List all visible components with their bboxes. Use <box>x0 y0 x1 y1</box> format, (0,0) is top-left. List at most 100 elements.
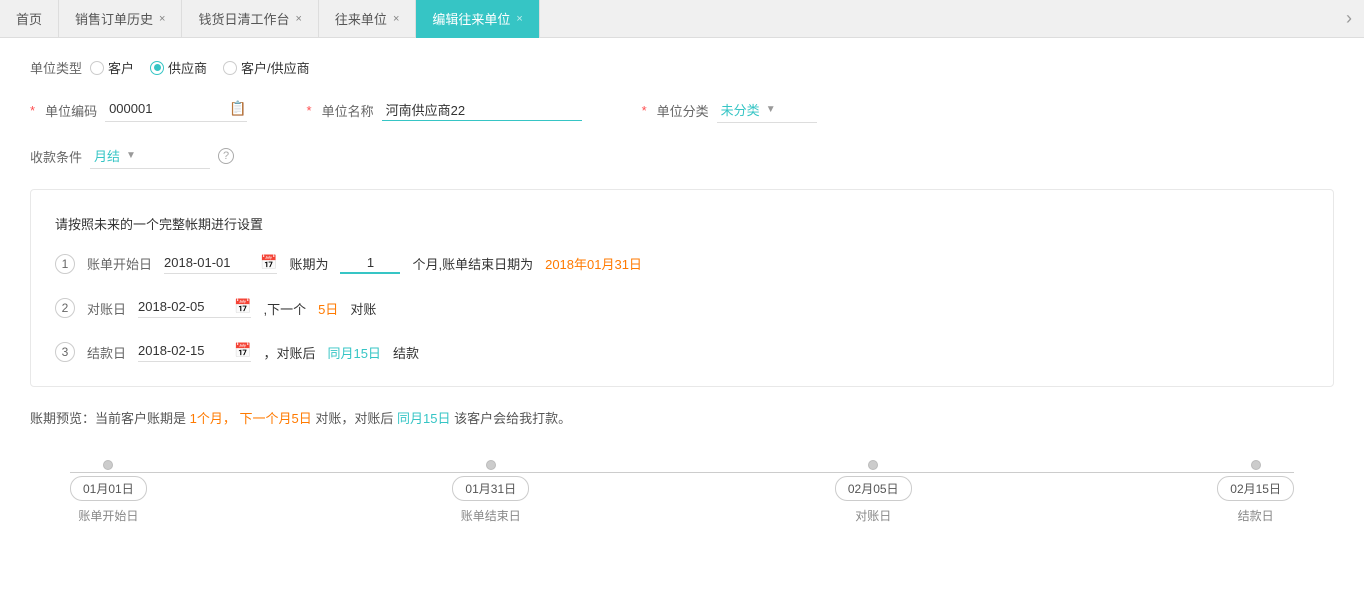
tab-cash-daily-label: 钱货日清工作台 <box>198 9 289 28</box>
help-icon[interactable]: ? <box>218 148 234 164</box>
timeline-dot-2 <box>486 460 496 470</box>
timeline-sublabel-2: 账单结束日 <box>461 507 521 524</box>
radio-customer-label: 客户 <box>108 58 134 77</box>
reconcile-date-calendar-icon[interactable]: 📅 <box>234 298 251 315</box>
unit-type-label: 单位类型 <box>30 58 82 77</box>
setting-date-2: 📅 <box>138 298 251 318</box>
timeline-points: 01月01日 账单开始日 01月31日 账单结束日 02月05日 对账日 02月… <box>70 460 1294 524</box>
unit-code-label: 单位编码 <box>45 101 97 120</box>
payment-date-input[interactable] <box>138 343 228 358</box>
radio-supplier[interactable]: 供应商 <box>150 58 207 77</box>
timeline-sublabel-4: 结款日 <box>1238 507 1274 524</box>
payment-suffix: 结款 <box>393 343 419 362</box>
timeline-point-4: 02月15日 结款日 <box>1217 460 1294 524</box>
setting-label-1: 账单开始日 <box>87 254 152 273</box>
settings-box: 请按照未来的一个完整帐期进行设置 1 账单开始日 📅 账期为 个月,账单结束日期… <box>30 189 1334 387</box>
tab-partner-unit-label: 往来单位 <box>335 9 387 28</box>
start-date-calendar-icon[interactable]: 📅 <box>260 254 277 271</box>
tab-sales-history[interactable]: 销售订单历史 × <box>59 0 182 38</box>
radio-both[interactable]: 客户/供应商 <box>223 58 310 77</box>
preview-part3: 对账，对账后 <box>315 411 393 426</box>
tab-edit-partner-close[interactable]: × <box>516 13 522 25</box>
unit-type-row: 单位类型 客户 供应商 客户/供应商 <box>30 58 1334 77</box>
tab-cash-daily-close[interactable]: × <box>295 13 301 25</box>
setting-date-1: 📅 <box>164 254 277 274</box>
tab-home[interactable]: 首页 <box>0 0 59 38</box>
payment-terms-value: 月结 <box>94 146 120 165</box>
payment-terms-chevron-icon: ▼ <box>126 150 136 161</box>
period-suffix: 个月,账单结束日期为 <box>412 254 533 273</box>
unit-category-group: * 单位分类 未分类 ▼ <box>642 97 817 123</box>
preview-part4: 同月15日 <box>397 411 450 426</box>
unit-category-value: 未分类 <box>721 100 760 119</box>
preview-part1: 1个月， <box>190 411 236 426</box>
main-content: 单位类型 客户 供应商 客户/供应商 * 单位编码 <box>0 38 1364 608</box>
timeline-sublabel-3: 对账日 <box>855 507 891 524</box>
preview-part2: 下一个月5日 <box>240 411 312 426</box>
unit-name-input[interactable] <box>382 99 582 121</box>
payment-terms-row: 收款条件 月结 ▼ ? <box>30 143 1334 169</box>
period-prefix: 账期为 <box>289 254 328 273</box>
setting-row-1: 1 账单开始日 📅 账期为 个月,账单结束日期为 2018年01月31日 <box>55 253 1309 274</box>
setting-row-2: 2 对账日 📅 ,下一个 5日 对账 <box>55 298 1309 318</box>
unit-category-select[interactable]: 未分类 ▼ <box>717 97 817 123</box>
unit-type-group: 单位类型 客户 供应商 客户/供应商 <box>30 58 310 77</box>
preview-text: 账期预览：当前客户账期是 1个月， 下一个月5日 对账，对账后 同月15日 该客… <box>30 407 1334 430</box>
timeline-tag-2: 01月31日 <box>452 476 529 501</box>
timeline-point-3: 02月05日 对账日 <box>835 460 912 524</box>
reconcile-suffix: 对账 <box>350 299 376 318</box>
unit-name-star: * <box>307 103 312 118</box>
timeline-tag-1: 01月01日 <box>70 476 147 501</box>
setting-num-2: 2 <box>55 298 75 318</box>
tab-bar: 首页 销售订单历史 × 钱货日清工作台 × 往来单位 × 编辑往来单位 × › <box>0 0 1364 38</box>
preview-label: 账期预览：当前客户账期是 <box>30 411 186 426</box>
radio-both-label: 客户/供应商 <box>241 58 310 77</box>
radio-customer[interactable]: 客户 <box>90 58 134 77</box>
timeline-tag-3: 02月05日 <box>835 476 912 501</box>
payment-terms-select[interactable]: 月结 ▼ <box>90 143 210 169</box>
timeline-sublabel-1: 账单开始日 <box>78 507 138 524</box>
tab-partner-unit[interactable]: 往来单位 × <box>319 0 416 38</box>
setting-num-1: 1 <box>55 254 75 274</box>
unit-category-star: * <box>642 103 647 118</box>
tab-home-label: 首页 <box>16 9 42 28</box>
timeline-dot-3 <box>868 460 878 470</box>
preview-part5: 该客户会给我打款。 <box>454 411 571 426</box>
payment-prefix: ，对账后 <box>263 343 315 362</box>
radio-supplier-circle <box>150 61 164 75</box>
timeline-dot-4 <box>1251 460 1261 470</box>
tab-partner-unit-close[interactable]: × <box>393 13 399 25</box>
settings-title: 请按照未来的一个完整帐期进行设置 <box>55 214 1309 233</box>
setting-row-3: 3 结款日 📅 ，对账后 同月15日 结款 <box>55 342 1309 362</box>
setting-label-2: 对账日 <box>87 299 126 318</box>
timeline-point-2: 01月31日 账单结束日 <box>452 460 529 524</box>
unit-name-group: * 单位名称 <box>307 99 582 121</box>
reconcile-date-input[interactable] <box>138 299 228 314</box>
unit-code-group: * 单位编码 📋 <box>30 98 247 122</box>
tab-sales-history-close[interactable]: × <box>159 13 165 25</box>
start-date-input[interactable] <box>164 255 254 270</box>
tab-sales-history-label: 销售订单历史 <box>75 9 153 28</box>
timeline-tag-4: 02月15日 <box>1217 476 1294 501</box>
timeline-point-1: 01月01日 账单开始日 <box>70 460 147 524</box>
payment-date-calendar-icon[interactable]: 📅 <box>234 342 251 359</box>
payment-highlight: 同月15日 <box>327 343 380 362</box>
reconcile-prefix: ,下一个 <box>263 299 306 318</box>
unit-name-label: 单位名称 <box>322 101 374 120</box>
unit-code-icon[interactable]: 📋 <box>229 100 246 117</box>
radio-customer-circle <box>90 61 104 75</box>
setting-num-3: 3 <box>55 342 75 362</box>
unit-code-star: * <box>30 103 35 118</box>
tab-cash-daily[interactable]: 钱货日清工作台 × <box>182 0 318 38</box>
tab-expand-button[interactable]: › <box>1334 8 1364 29</box>
tab-edit-partner-label: 编辑往来单位 <box>432 9 510 28</box>
radio-both-circle <box>223 61 237 75</box>
end-date-display: 2018年01月31日 <box>545 254 642 273</box>
setting-label-3: 结款日 <box>87 343 126 362</box>
unit-code-input[interactable] <box>105 98 225 119</box>
unit-info-row: * 单位编码 📋 * 单位名称 * 单位分类 未分类 ▼ <box>30 97 1334 123</box>
tab-edit-partner[interactable]: 编辑往来单位 × <box>416 0 539 38</box>
unit-type-radio-group: 客户 供应商 客户/供应商 <box>90 58 310 77</box>
unit-category-label: 单位分类 <box>657 101 709 120</box>
period-input[interactable] <box>340 253 400 274</box>
